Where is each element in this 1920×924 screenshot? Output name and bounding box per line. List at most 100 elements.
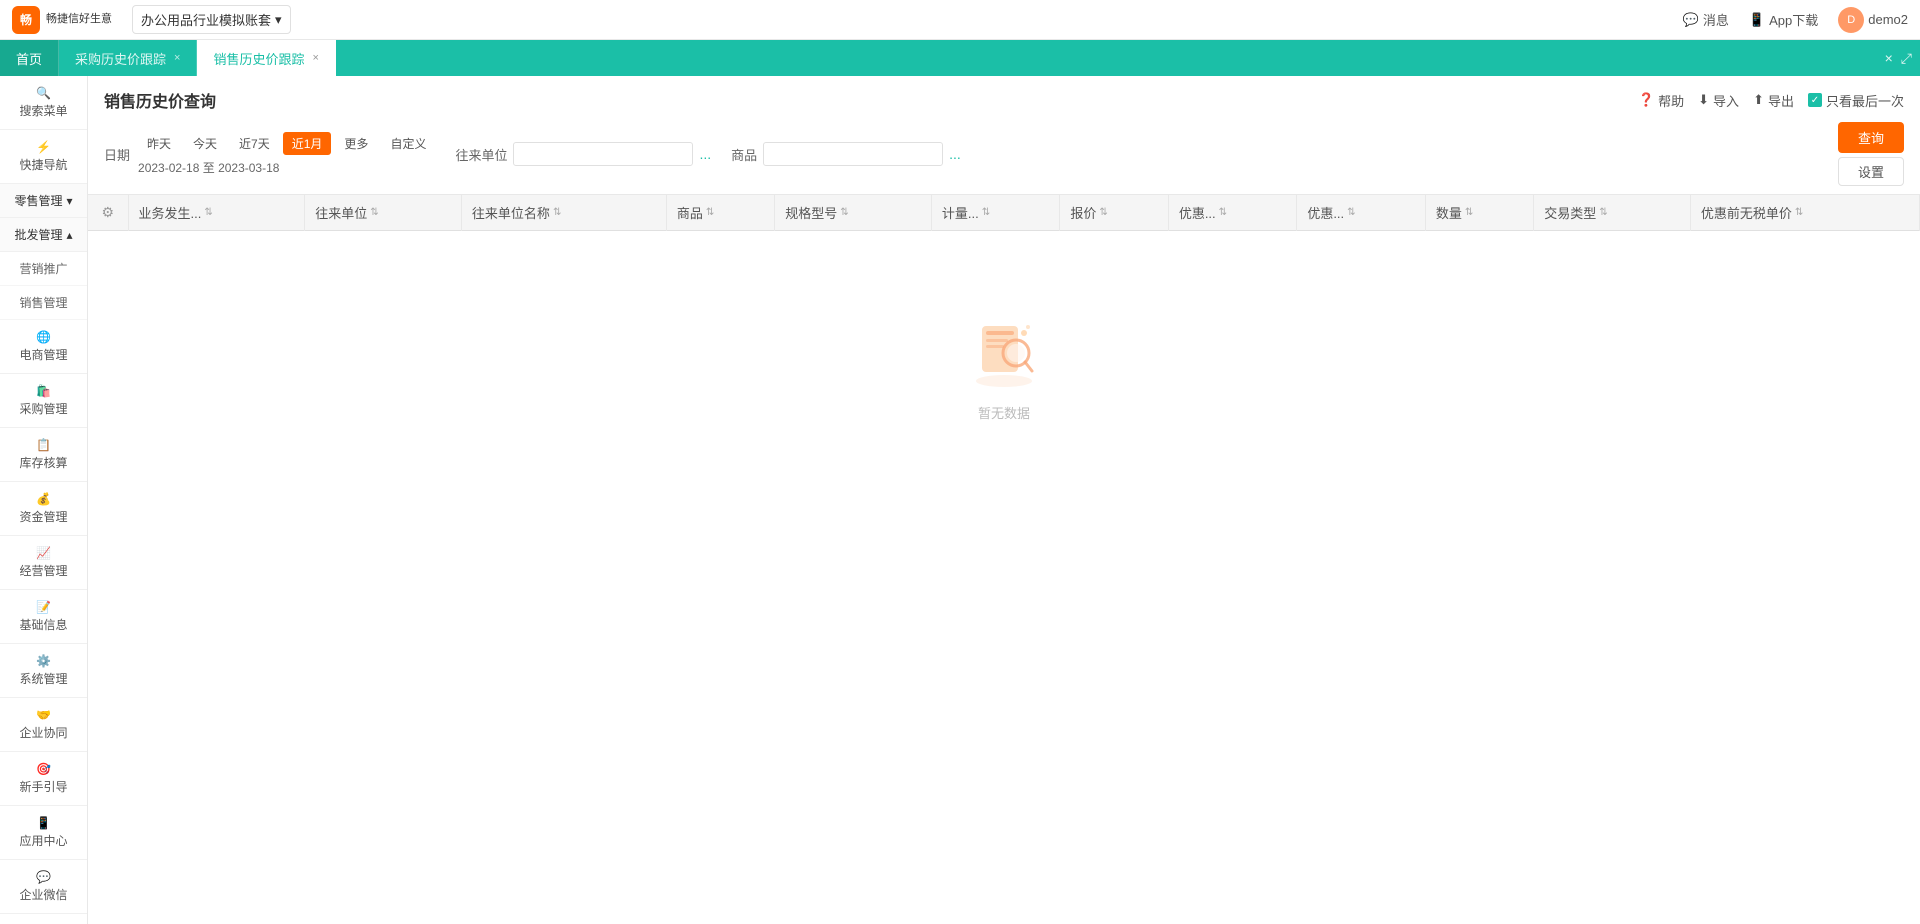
tab-maximize-button[interactable]: ⤢ <box>1901 50 1912 67</box>
product-input[interactable] <box>763 142 943 166</box>
partner-input[interactable] <box>513 142 693 166</box>
tab-sales-history[interactable]: 销售历史价跟踪 × <box>197 40 335 76</box>
tab-home[interactable]: 首页 <box>0 40 59 76</box>
sales-history-tab-close[interactable]: × <box>312 52 318 64</box>
export-button[interactable]: ⬆ 导出 <box>1753 91 1794 110</box>
wechat-label: 企业微信 <box>19 886 67 903</box>
date-btn-more[interactable]: 更多 <box>335 132 377 155</box>
sort-discount2-icon: ⇅ <box>1347 207 1355 218</box>
col-qty[interactable]: 数量 ⇅ <box>1425 195 1533 231</box>
sidebar-item-app-center[interactable]: 📱 应用中心 <box>0 806 87 860</box>
inventory-icon: 📋 <box>36 438 51 452</box>
import-button[interactable]: ⬇ 导入 <box>1698 91 1739 110</box>
sidebar: 🔍 搜索菜单 ⚡ 快捷导航 零售管理 ▾ 批发管理 ▴ 营销推广 销售管理 🌐 … <box>0 76 88 924</box>
operations-label: 经营管理 <box>19 562 67 579</box>
partner-dots-button[interactable]: ... <box>699 146 711 162</box>
sidebar-item-basic-info[interactable]: 📝 基础信息 <box>0 590 87 644</box>
app-selector[interactable]: 办公用品行业模拟账套 ▾ <box>132 5 291 34</box>
sidebar-item-marketing[interactable]: 营销推广 <box>0 252 87 286</box>
table-container: ⚙ 业务发生... ⇅ 往来单位 ⇅ <box>88 195 1920 924</box>
system-icon: ⚙️ <box>36 654 51 668</box>
chevron-down-icon: ▾ <box>275 12 282 28</box>
sort-unit-icon: ⇅ <box>982 207 990 218</box>
only-last-checkbox[interactable]: ✓ 只看最后一次 <box>1808 91 1904 110</box>
app-download-label: App下载 <box>1769 10 1818 29</box>
col-discount2[interactable]: 优惠... ⇅ <box>1297 195 1426 231</box>
purchase-history-tab-label: 采购历史价跟踪 <box>75 49 166 68</box>
col-partner-name[interactable]: 往来单位名称 ⇅ <box>461 195 666 231</box>
sidebar-item-system[interactable]: ⚙️ 系统管理 <box>0 644 87 698</box>
guide-label: 新手引导 <box>19 778 67 795</box>
inventory-label: 库存核算 <box>19 454 67 471</box>
app-selector-label: 办公用品行业模拟账套 <box>141 10 271 29</box>
sort-discount1-icon: ⇅ <box>1219 207 1227 218</box>
date-btn-yesterday[interactable]: 昨天 <box>138 132 180 155</box>
col-partner-code[interactable]: 往来单位 ⇅ <box>305 195 462 231</box>
wholesale-mgmt-label: 批发管理 <box>14 226 62 243</box>
top-header: 畅 畅捷信好生意 办公用品行业模拟账套 ▾ 💬 消息 📱 App下载 D dem… <box>0 0 1920 40</box>
col-settings[interactable]: ⚙ <box>88 195 128 231</box>
sidebar-item-wechat[interactable]: 💬 企业微信 <box>0 860 87 914</box>
basic-info-label: 基础信息 <box>19 616 67 633</box>
sales-mgmt-label: 销售管理 <box>19 294 67 311</box>
export-label: 导出 <box>1768 91 1794 110</box>
marketing-label: 营销推广 <box>19 260 67 277</box>
user-menu[interactable]: D demo2 <box>1838 7 1908 33</box>
col-biz-date[interactable]: 业务发生... ⇅ <box>128 195 305 231</box>
import-icon: ⬇ <box>1698 92 1709 108</box>
enterprise-icon: 🤝 <box>36 708 51 722</box>
sidebar-item-guide[interactable]: 🎯 新手引导 <box>0 752 87 806</box>
guide-icon: 🎯 <box>36 762 51 776</box>
sidebar-item-operations[interactable]: 📈 经营管理 <box>0 536 87 590</box>
message-button[interactable]: 💬 消息 <box>1683 10 1729 29</box>
sidebar-item-search-menu[interactable]: 🔍 搜索菜单 <box>0 76 87 130</box>
date-btn-7days[interactable]: 近7天 <box>230 132 279 155</box>
col-unit[interactable]: 计量... ⇅ <box>931 195 1060 231</box>
settings-gear-icon[interactable]: ⚙ <box>101 204 114 220</box>
empty-state-text: 暂无数据 <box>978 403 1030 422</box>
basic-info-icon: 📝 <box>36 600 51 614</box>
date-btn-custom[interactable]: 自定义 <box>381 132 435 155</box>
col-product[interactable]: 商品 ⇅ <box>666 195 774 231</box>
sales-history-tab-label: 销售历史价跟踪 <box>213 49 304 68</box>
phone-icon: 📱 <box>1749 12 1765 28</box>
ecommerce-icon: 🌐 <box>36 330 51 344</box>
main-layout: 🔍 搜索菜单 ⚡ 快捷导航 零售管理 ▾ 批发管理 ▴ 营销推广 销售管理 🌐 … <box>0 76 1920 924</box>
tab-purchase-history[interactable]: 采购历史价跟踪 × <box>59 40 197 76</box>
col-quote[interactable]: 报价 ⇅ <box>1060 195 1168 231</box>
col-discount1[interactable]: 优惠... ⇅ <box>1168 195 1297 231</box>
app-center-label: 应用中心 <box>19 832 67 849</box>
col-spec[interactable]: 规格型号 ⇅ <box>775 195 932 231</box>
date-range-display: 2023-02-18 至 2023-03-18 <box>138 159 435 176</box>
date-btn-today[interactable]: 今天 <box>184 132 226 155</box>
finance-icon: 💰 <box>36 492 51 506</box>
sidebar-item-ecommerce[interactable]: 🌐 电商管理 <box>0 320 87 374</box>
quick-nav-label: 快捷导航 <box>19 156 67 173</box>
product-dots-button[interactable]: ... <box>949 146 961 162</box>
sidebar-item-finance[interactable]: 💰 资金管理 <box>0 482 87 536</box>
app-download-button[interactable]: 📱 App下载 <box>1749 10 1818 29</box>
sidebar-item-retail-mgmt[interactable]: 零售管理 ▾ <box>0 184 87 218</box>
sidebar-item-purchase-mgmt[interactable]: 🛍️ 采购管理 <box>0 374 87 428</box>
header-right: 💬 消息 📱 App下载 D demo2 <box>1683 7 1908 33</box>
sidebar-item-member[interactable]: 👤 畅会员 <box>0 914 87 924</box>
data-table: ⚙ 业务发生... ⇅ 往来单位 ⇅ <box>88 195 1920 231</box>
purchase-history-tab-close[interactable]: × <box>174 52 180 64</box>
sidebar-item-inventory[interactable]: 📋 库存核算 <box>0 428 87 482</box>
settings-button[interactable]: 设置 <box>1838 157 1904 186</box>
page-title-row: 销售历史价查询 ❓ 帮助 ⬇ 导入 ⬆ 导出 ✓ <box>104 88 1904 112</box>
tab-bar: 首页 采购历史价跟踪 × 销售历史价跟踪 × × ⤢ <box>0 40 1920 76</box>
sidebar-item-enterprise[interactable]: 🤝 企业协同 <box>0 698 87 752</box>
tab-close-all-button[interactable]: × <box>1885 50 1893 66</box>
sidebar-item-quick-nav[interactable]: ⚡ 快捷导航 <box>0 130 87 184</box>
sidebar-item-sales-mgmt[interactable]: 销售管理 <box>0 286 87 320</box>
sidebar-item-wholesale-mgmt[interactable]: 批发管理 ▴ <box>0 218 87 252</box>
help-button[interactable]: ❓ 帮助 <box>1638 91 1684 110</box>
query-button[interactable]: 查询 <box>1838 122 1904 153</box>
message-icon: 💬 <box>1683 12 1699 28</box>
date-btn-1month[interactable]: 近1月 <box>283 132 332 155</box>
table-header-row: ⚙ 业务发生... ⇅ 往来单位 ⇅ <box>88 195 1920 231</box>
col-trade-type[interactable]: 交易类型 ⇅ <box>1534 195 1691 231</box>
col-pre-tax-price[interactable]: 优惠前无税单价 ⇅ <box>1690 195 1919 231</box>
filter-row: 日期 昨天 今天 近7天 近1月 更多 自定义 2023-02-18 至 202… <box>104 122 1904 186</box>
